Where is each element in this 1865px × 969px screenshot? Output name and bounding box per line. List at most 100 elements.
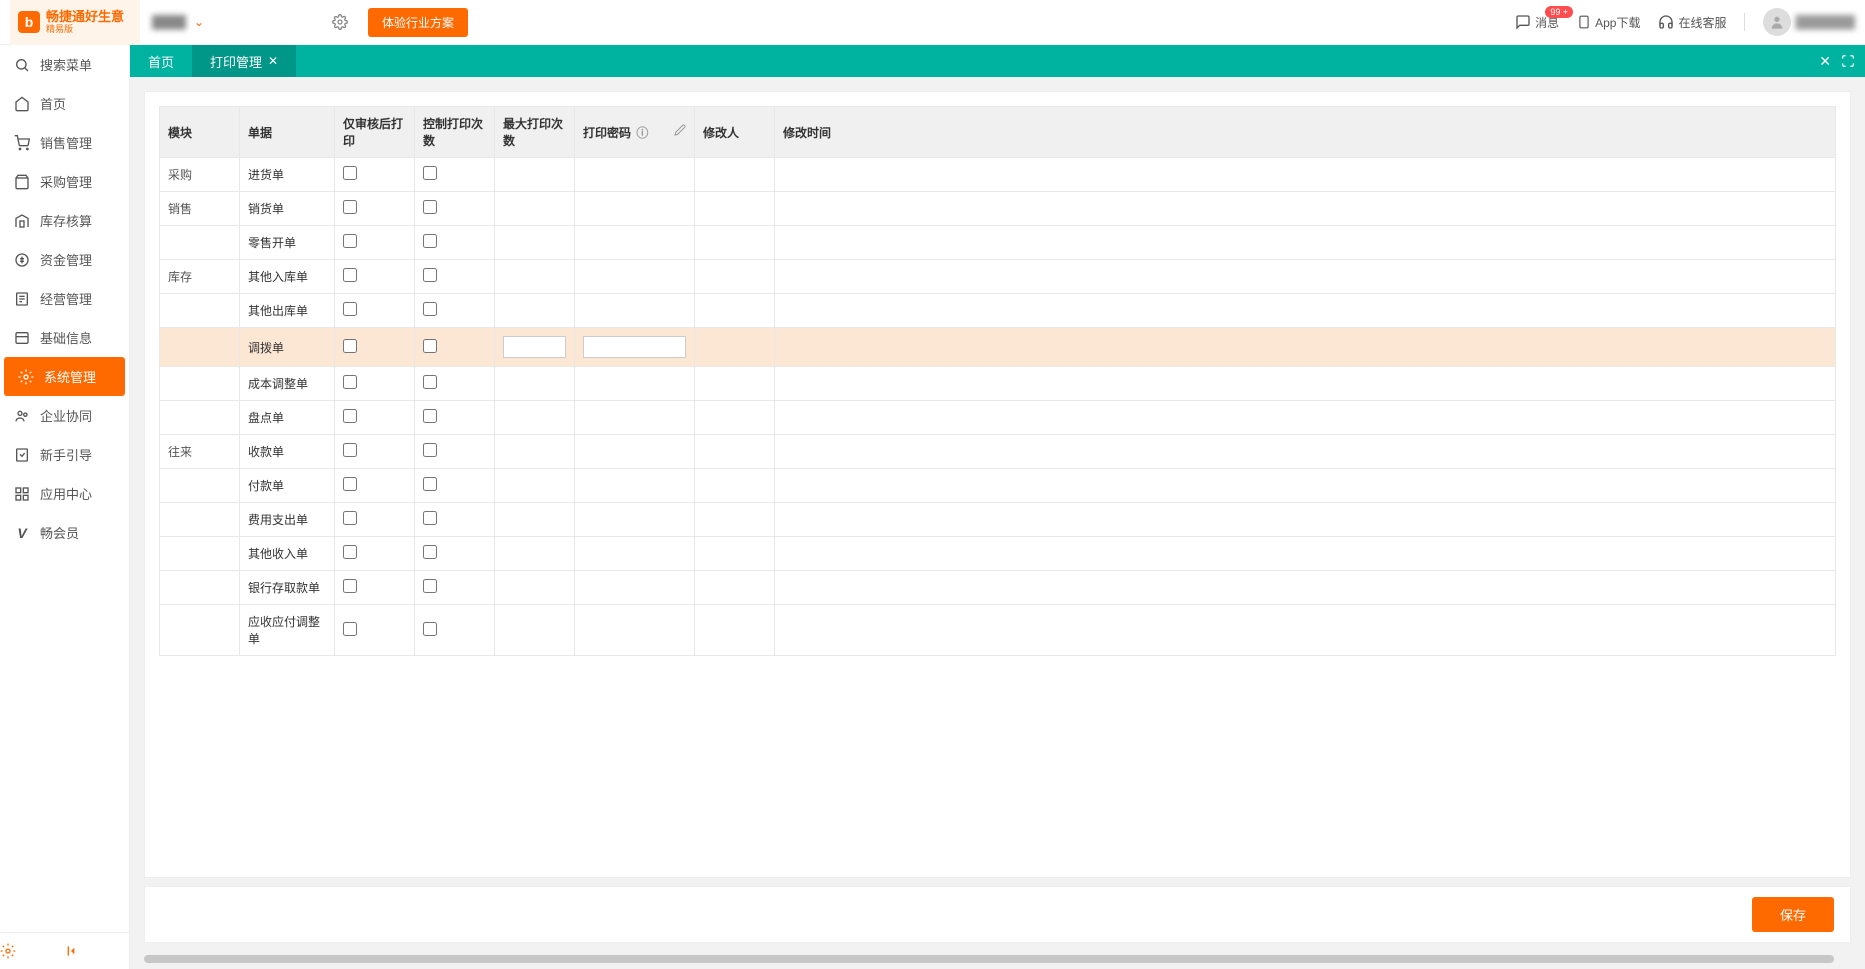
password-input[interactable] [583, 336, 686, 358]
horizontal-scrollbar[interactable] [144, 953, 1851, 965]
message-button[interactable]: 消息 99 + [1515, 14, 1559, 31]
cell-max-count [495, 294, 575, 328]
sidebar-item-12[interactable]: V畅会员 [0, 513, 129, 552]
sidebar-item-8[interactable]: 系统管理 [4, 357, 125, 396]
settings-icon[interactable] [332, 14, 348, 30]
th-max-count: 最大打印次数 [495, 107, 575, 158]
control-count-checkbox[interactable] [423, 375, 437, 389]
tab-0[interactable]: 首页 [130, 45, 192, 77]
sidebar-item-6[interactable]: 经营管理 [0, 279, 129, 318]
user-menu[interactable]: ███████ [1763, 8, 1855, 36]
audit-only-checkbox[interactable] [343, 234, 357, 248]
th-audit-only: 仅审核后打印 [335, 107, 415, 158]
audit-only-checkbox[interactable] [343, 339, 357, 353]
cell-control-count [415, 605, 495, 656]
cell-modifier [695, 367, 775, 401]
cta-button[interactable]: 体验行业方案 [368, 8, 468, 37]
control-count-checkbox[interactable] [423, 234, 437, 248]
cell-audit-only [335, 367, 415, 401]
audit-only-checkbox[interactable] [343, 200, 357, 214]
control-count-checkbox[interactable] [423, 579, 437, 593]
cell-modify-time [775, 537, 1836, 571]
th-modifier: 修改人 [695, 107, 775, 158]
audit-only-checkbox[interactable] [343, 166, 357, 180]
control-count-checkbox[interactable] [423, 477, 437, 491]
cell-audit-only [335, 226, 415, 260]
control-count-checkbox[interactable] [423, 409, 437, 423]
sidebar-item-2[interactable]: 销售管理 [0, 123, 129, 162]
cell-control-count [415, 401, 495, 435]
audit-only-checkbox[interactable] [343, 443, 357, 457]
control-count-checkbox[interactable] [423, 268, 437, 282]
help-icon[interactable]: ⓘ [636, 126, 648, 140]
audit-only-checkbox[interactable] [343, 409, 357, 423]
cell-audit-only [335, 503, 415, 537]
sidebar-item-label: 销售管理 [40, 133, 92, 152]
sidebar-item-3[interactable]: 采购管理 [0, 162, 129, 201]
cell-audit-only [335, 328, 415, 367]
tab-1[interactable]: 打印管理✕ [192, 45, 296, 77]
sidebar-item-7[interactable]: 基础信息 [0, 318, 129, 357]
sidebar-item-9[interactable]: 企业协同 [0, 396, 129, 435]
cell-modifier [695, 401, 775, 435]
audit-only-checkbox[interactable] [343, 268, 357, 282]
sidebar-item-label: 首页 [40, 94, 66, 113]
cell-doc: 调拨单 [240, 328, 335, 367]
table-row: 其他收入单 [160, 537, 1836, 571]
scrollbar-thumb[interactable] [144, 955, 1834, 963]
cell-control-count [415, 158, 495, 192]
cell-modify-time [775, 367, 1836, 401]
sidebar-settings-button[interactable] [0, 933, 65, 969]
control-count-checkbox[interactable] [423, 622, 437, 636]
control-count-checkbox[interactable] [423, 302, 437, 316]
audit-only-checkbox[interactable] [343, 375, 357, 389]
cell-password [575, 503, 695, 537]
cell-password [575, 469, 695, 503]
cell-modifier [695, 537, 775, 571]
cell-max-count [495, 469, 575, 503]
control-count-checkbox[interactable] [423, 545, 437, 559]
cell-modifier [695, 469, 775, 503]
cell-audit-only [335, 401, 415, 435]
save-button[interactable]: 保存 [1752, 897, 1834, 932]
audit-only-checkbox[interactable] [343, 302, 357, 316]
max-count-input[interactable] [503, 336, 566, 358]
sidebar-item-10[interactable]: 新手引导 [0, 435, 129, 474]
cell-control-count [415, 537, 495, 571]
cell-audit-only [335, 435, 415, 469]
sidebar-item-0[interactable]: 搜索菜单 [0, 45, 129, 84]
audit-only-checkbox[interactable] [343, 622, 357, 636]
control-count-checkbox[interactable] [423, 443, 437, 457]
fullscreen-icon[interactable] [1841, 54, 1855, 68]
org-selector[interactable]: ████ ⌄ [152, 15, 332, 29]
audit-only-checkbox[interactable] [343, 579, 357, 593]
cell-doc: 其他入库单 [240, 260, 335, 294]
app-download-button[interactable]: App下载 [1577, 14, 1640, 31]
cell-max-count [495, 605, 575, 656]
online-service-button[interactable]: 在线客服 [1658, 14, 1726, 31]
table-row: 其他出库单 [160, 294, 1836, 328]
cart-icon [14, 135, 30, 151]
table-row: 盘点单 [160, 401, 1836, 435]
cell-modifier [695, 294, 775, 328]
table-row: 往来收款单 [160, 435, 1836, 469]
sidebar-item-11[interactable]: 应用中心 [0, 474, 129, 513]
control-count-checkbox[interactable] [423, 200, 437, 214]
sidebar-item-4[interactable]: 库存核算 [0, 201, 129, 240]
table-row: 应收应付调整单 [160, 605, 1836, 656]
cell-audit-only [335, 571, 415, 605]
sidebar-item-5[interactable]: 资金管理 [0, 240, 129, 279]
control-count-checkbox[interactable] [423, 166, 437, 180]
tab-close-all-icon[interactable]: ✕ [1819, 53, 1831, 70]
edit-icon[interactable] [674, 124, 686, 136]
audit-only-checkbox[interactable] [343, 545, 357, 559]
audit-only-checkbox[interactable] [343, 511, 357, 525]
guide-icon [14, 447, 30, 463]
sidebar-item-1[interactable]: 首页 [0, 84, 129, 123]
audit-only-checkbox[interactable] [343, 477, 357, 491]
cell-doc: 进货单 [240, 158, 335, 192]
close-icon[interactable]: ✕ [268, 54, 278, 68]
control-count-checkbox[interactable] [423, 511, 437, 525]
sidebar-collapse-button[interactable] [65, 933, 130, 969]
control-count-checkbox[interactable] [423, 339, 437, 353]
